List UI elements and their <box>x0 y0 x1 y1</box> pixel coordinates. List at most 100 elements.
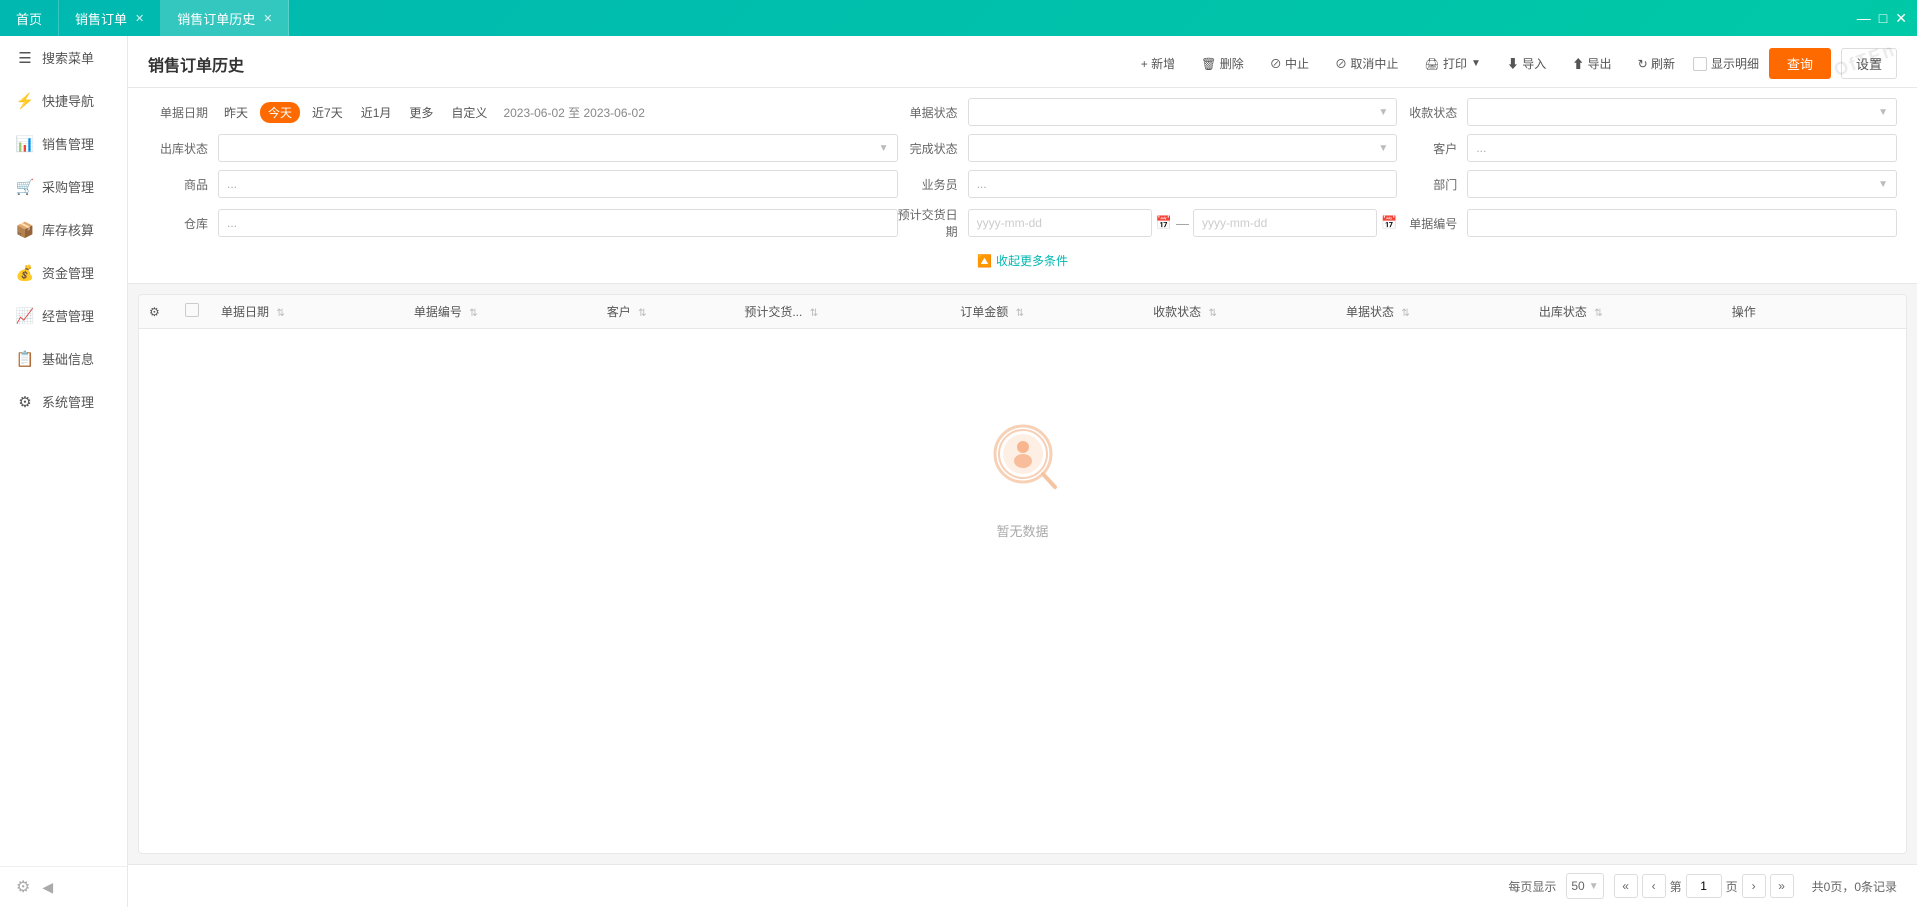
sidebar-label-purchase: 采购管理 <box>42 177 94 196</box>
sidebar-item-finance[interactable]: 💰 资金管理 <box>0 251 127 294</box>
select-all-checkbox[interactable] <box>185 303 199 317</box>
inventory-icon: 📦 <box>16 221 34 239</box>
sidebar-item-system[interactable]: ⚙ 系统管理 <box>0 380 127 423</box>
sidebar-bottom: ⚙ ◀ <box>0 866 127 907</box>
date-tab-today[interactable]: 今天 <box>260 102 300 123</box>
minimize-button[interactable]: — <box>1857 10 1871 26</box>
next-page-button[interactable]: › <box>1742 874 1766 898</box>
bill-number-input[interactable] <box>1467 209 1897 237</box>
th-date-label: 单据日期 <box>221 305 269 319</box>
th-settings[interactable]: ⚙ <box>139 295 175 329</box>
date-tab-yesterday[interactable]: 昨天 <box>218 102 254 123</box>
stop-button[interactable]: ⊘ 中止 <box>1262 51 1317 76</box>
sort-date-icon: ⇅ <box>276 308 284 319</box>
last-page-button[interactable]: » <box>1770 874 1794 898</box>
complete-status-select[interactable]: ▼ <box>968 134 1398 162</box>
cancel-stop-button[interactable]: ⊘ 取消中止 <box>1327 51 1406 76</box>
display-label: 显示明细 <box>1711 55 1759 72</box>
date-tabs: 昨天 今天 近7天 近1月 更多 自定义 <box>218 102 493 123</box>
delete-button[interactable]: 🗑 删除 <box>1193 51 1252 76</box>
department-select[interactable]: ▼ <box>1467 170 1897 198</box>
top-bar: 首页 销售订单 ✕ 销售订单历史 ✕ — □ ✕ <box>0 0 1917 36</box>
delivery-date-end-input[interactable]: yyyy-mm-dd <box>1193 209 1377 237</box>
display-toggle[interactable]: 显示明细 <box>1693 55 1759 72</box>
purchase-icon: 🛒 <box>16 178 34 196</box>
column-settings-icon[interactable]: ⚙ <box>149 305 160 319</box>
date-tab-7days[interactable]: 近7天 <box>306 102 349 123</box>
sort-payment-icon: ⇅ <box>1208 308 1216 319</box>
sidebar-item-sales[interactable]: 📊 销售管理 <box>0 122 127 165</box>
payment-status-arrow: ▼ <box>1878 107 1888 118</box>
sidebar-item-operation[interactable]: 📈 经营管理 <box>0 294 127 337</box>
table-header-row: ⚙ 单据日期 ⇅ 单据编号 ⇅ <box>139 295 1906 329</box>
customer-input[interactable]: ... <box>1467 134 1897 162</box>
query-button[interactable]: 查询 <box>1769 48 1831 79</box>
calendar-start-icon[interactable]: 📅 <box>1156 215 1172 231</box>
delivery-status-select[interactable]: ▼ <box>218 134 898 162</box>
new-button[interactable]: + 新增 <box>1133 51 1183 76</box>
calendar-end-icon[interactable]: 📅 <box>1381 215 1397 231</box>
sidebar-item-basics[interactable]: 📋 基础信息 <box>0 337 127 380</box>
tab-sales-history[interactable]: 销售订单历史 ✕ <box>161 0 289 36</box>
sidebar-collapse-icon[interactable]: ◀ <box>42 879 53 896</box>
th-amount[interactable]: 订单金额 ⇅ <box>950 295 1143 329</box>
sidebar-item-quicknav[interactable]: ⚡ 快捷导航 <box>0 79 127 122</box>
delivery-date-start-placeholder: yyyy-mm-dd <box>977 216 1042 230</box>
empty-icon <box>973 409 1073 509</box>
tab-sales-history-close[interactable]: ✕ <box>263 12 272 25</box>
th-delivery-status-label: 出库状态 <box>1539 305 1587 319</box>
th-number[interactable]: 单据编号 ⇅ <box>404 295 597 329</box>
tab-home[interactable]: 首页 <box>0 0 59 36</box>
prev-page-button[interactable]: ‹ <box>1642 874 1666 898</box>
sidebar: ☰ 搜索菜单 ⚡ 快捷导航 📊 销售管理 🛒 采购管理 📦 库存核算 💰 资金管… <box>0 36 128 907</box>
delivery-date-start-input[interactable]: yyyy-mm-dd <box>968 209 1152 237</box>
th-checkbox[interactable] <box>175 295 211 329</box>
maximize-button[interactable]: □ <box>1879 10 1887 26</box>
date-label: 单据日期 <box>148 104 218 121</box>
salesperson-input[interactable]: ... <box>968 170 1398 198</box>
export-button[interactable]: ⬆ 导出 <box>1564 51 1619 76</box>
bill-status-select[interactable]: ▼ <box>968 98 1398 126</box>
department-arrow: ▼ <box>1878 179 1888 190</box>
collapse-row[interactable]: 🔼 收起更多条件 <box>148 248 1897 273</box>
date-tab-custom[interactable]: 自定义 <box>445 102 493 123</box>
refresh-button[interactable]: ↻ 刷新 <box>1630 51 1683 76</box>
page-label-after: 页 <box>1726 878 1738 895</box>
total-records: 共0页，0条记录 <box>1812 878 1897 895</box>
page-input[interactable] <box>1686 874 1722 898</box>
tab-list: 首页 销售订单 ✕ 销售订单历史 ✕ <box>0 0 289 36</box>
tab-sales-order[interactable]: 销售订单 ✕ <box>59 0 161 36</box>
sort-delivery-date-icon: ⇅ <box>810 308 818 319</box>
sidebar-item-purchase[interactable]: 🛒 采购管理 <box>0 165 127 208</box>
table-container: ⚙ 单据日期 ⇅ 单据编号 ⇅ <box>138 294 1907 854</box>
th-bill-status[interactable]: 单据状态 ⇅ <box>1336 295 1529 329</box>
sidebar-item-inventory[interactable]: 📦 库存核算 <box>0 208 127 251</box>
date-tab-1month[interactable]: 近1月 <box>355 102 398 123</box>
goods-input[interactable]: ... <box>218 170 898 198</box>
th-amount-label: 订单金额 <box>960 305 1008 319</box>
print-button[interactable]: 🖨 打印 ▼ <box>1416 51 1488 76</box>
settings-button[interactable]: 设置 <box>1841 48 1897 79</box>
pagination: « ‹ 第 页 › » <box>1614 874 1794 898</box>
page-size-select[interactable]: 50 ▼ <box>1566 873 1603 899</box>
window-controls: — □ ✕ <box>1857 10 1917 27</box>
warehouse-input[interactable]: ... <box>218 209 898 237</box>
th-customer[interactable]: 客户 ⇅ <box>597 295 735 329</box>
date-tab-more[interactable]: 更多 <box>403 102 439 123</box>
sidebar-item-search[interactable]: ☰ 搜索菜单 <box>0 36 127 79</box>
th-delivery-date[interactable]: 预计交货... ⇅ <box>734 295 950 329</box>
th-date[interactable]: 单据日期 ⇅ <box>211 295 404 329</box>
bill-status-section: 单据状态 ▼ <box>898 98 1398 126</box>
tab-sales-order-close[interactable]: ✕ <box>135 12 144 25</box>
sidebar-settings-icon[interactable]: ⚙ <box>16 877 30 897</box>
first-page-button[interactable]: « <box>1614 874 1638 898</box>
salesperson-label: 业务员 <box>898 176 968 193</box>
department-label: 部门 <box>1397 176 1467 193</box>
th-payment-status[interactable]: 收款状态 ⇅ <box>1143 295 1336 329</box>
display-checkbox[interactable] <box>1693 57 1707 71</box>
th-delivery-status[interactable]: 出库状态 ⇅ <box>1529 295 1722 329</box>
payment-status-select[interactable]: ▼ <box>1467 98 1897 126</box>
close-button[interactable]: ✕ <box>1895 10 1907 27</box>
payment-status-label: 收款状态 <box>1397 104 1467 121</box>
import-button[interactable]: ⬇ 导入 <box>1499 51 1554 76</box>
